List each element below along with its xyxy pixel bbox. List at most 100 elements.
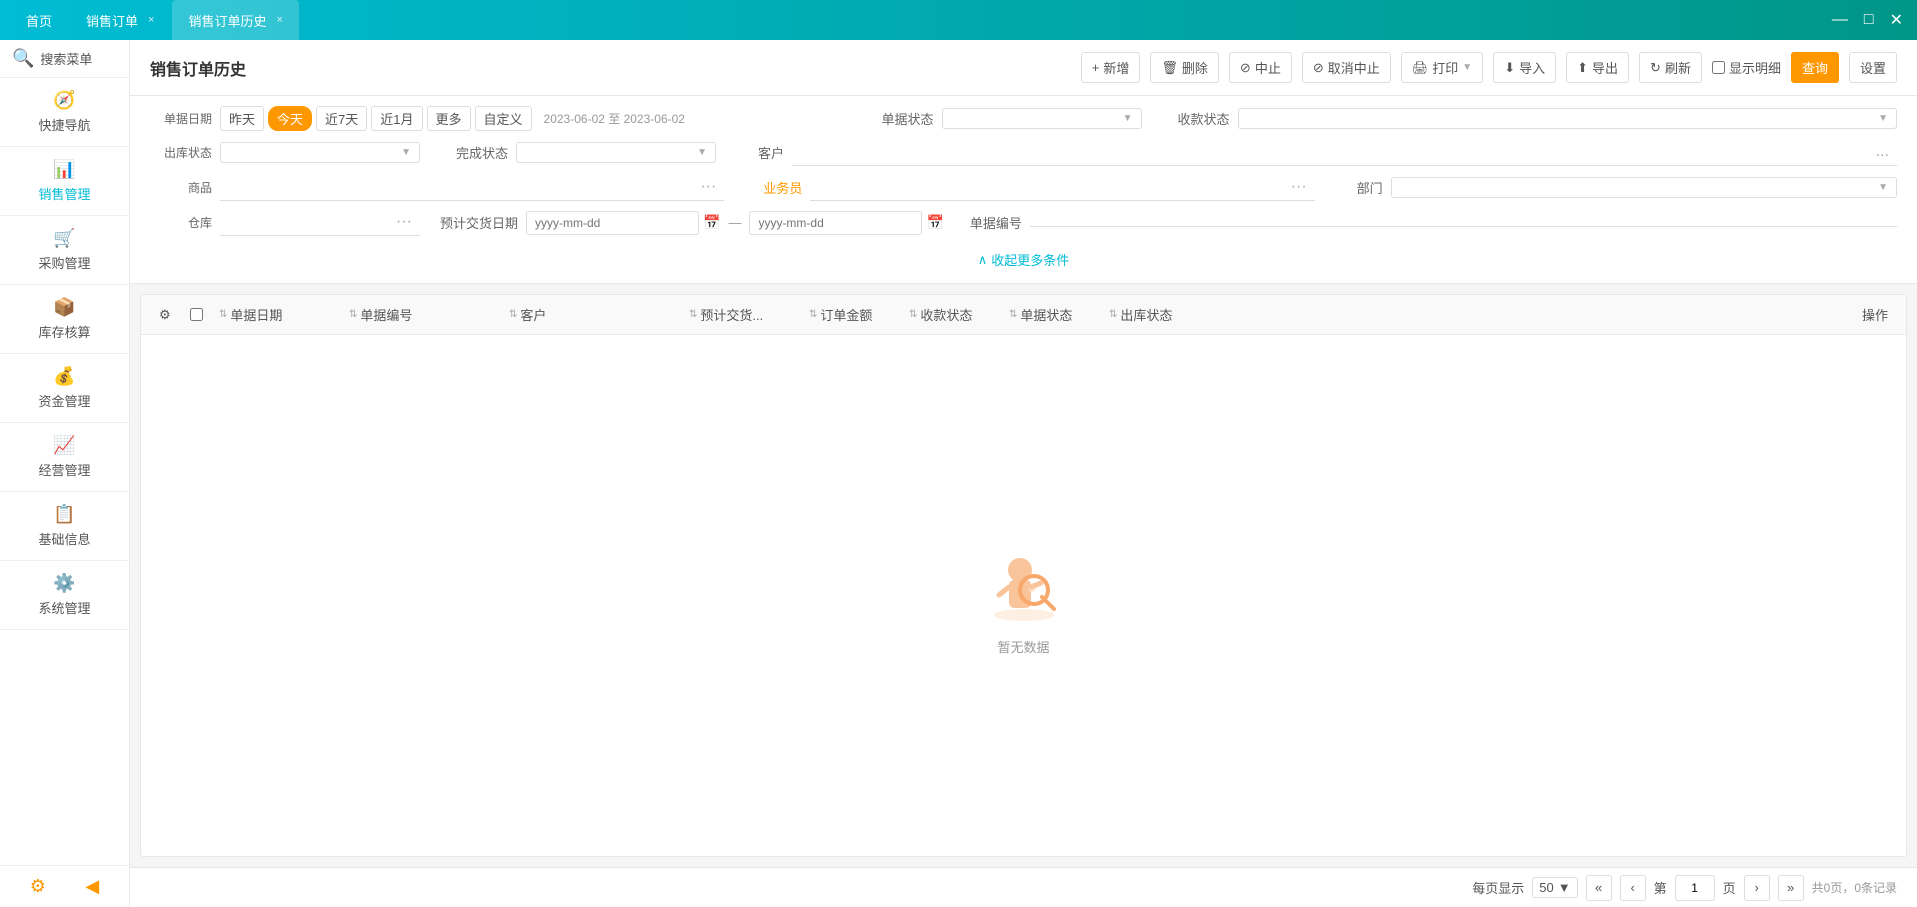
print-button[interactable]: 🖨 打印 ▼ [1401, 52, 1483, 83]
th-checkbox[interactable] [181, 308, 211, 321]
content-area: 销售订单历史 + 新增 🗑 删除 ⊘ 中止 ⊘ [130, 40, 1917, 907]
sidebar-item-operations[interactable]: 📈 经营管理 [0, 423, 129, 492]
th-outbound-label: 出库状态 [1120, 305, 1172, 324]
stop-button[interactable]: ⊘ 中止 [1229, 52, 1292, 83]
date-btn-custom[interactable]: 自定义 [475, 106, 532, 131]
chart-icon: 📊 [53, 159, 75, 180]
cancel-stop-button[interactable]: ⊘ 取消中止 [1302, 52, 1391, 83]
calendar-end-icon[interactable]: 📅 [926, 214, 943, 231]
receipt-status-label: 收款状态 [1158, 109, 1238, 128]
th-sort-order[interactable]: ⇅ [1009, 309, 1017, 320]
th-settings[interactable]: ⚙ [151, 307, 181, 323]
table-settings-icon[interactable]: ⚙ [159, 307, 171, 323]
sidebar-search-label: 搜索菜单 [40, 49, 92, 68]
tab-home[interactable]: 首页 [10, 0, 68, 40]
salesman-dots: ··· [1291, 178, 1307, 196]
show-detail-input[interactable] [1712, 61, 1725, 74]
th-ops-label: 操作 [1862, 305, 1888, 324]
delete-button[interactable]: 🗑 删除 [1150, 52, 1219, 83]
order-status-select[interactable]: ▼ [942, 108, 1142, 129]
filter-row-2: 出库状态 ▼ 完成状态 ▼ 客户 ... [150, 139, 1897, 166]
complete-status-chevron: ▼ [697, 147, 707, 158]
settings-bottom-icon[interactable]: ⚙ [30, 876, 46, 897]
import-button[interactable]: ⬇ 导入 [1493, 52, 1556, 83]
warehouse-field[interactable]: ··· [220, 209, 420, 236]
th-sort-date[interactable]: ⇅ [219, 309, 227, 320]
collapse-button[interactable]: ∧ 收起更多条件 [150, 244, 1897, 273]
page-size-select[interactable]: 50 ▼ [1532, 877, 1577, 898]
th-sort-outbound[interactable]: ⇅ [1109, 309, 1117, 320]
customer-field[interactable]: ... [792, 139, 1897, 166]
date-btn-today[interactable]: 今天 [268, 106, 312, 131]
date-filter: 昨天 今天 近7天 近1月 更多 [220, 106, 862, 131]
sidebar: 🔍 搜索菜单 🧭 快捷导航 📊 销售管理 🛒 采购管理 📦 库存核算 💰 资金管… [0, 40, 130, 907]
date-btn-more[interactable]: 更多 [427, 106, 471, 131]
product-label: 商品 [150, 179, 220, 196]
sidebar-item-inventory[interactable]: 📦 库存核算 [0, 285, 129, 354]
top-bar: 首页 销售订单 × 销售订单历史 × — □ ✕ [0, 0, 1917, 40]
select-all-checkbox[interactable] [190, 308, 203, 321]
salesman-field[interactable]: ··· [810, 174, 1314, 201]
order-num-field[interactable] [1030, 218, 1897, 227]
department-select[interactable]: ▼ [1391, 177, 1897, 198]
main-layout: 🔍 搜索菜单 🧭 快捷导航 📊 销售管理 🛒 采购管理 📦 库存核算 💰 资金管… [0, 40, 1917, 907]
tab-sales-order-close[interactable]: × [148, 14, 154, 26]
filter-row-1: 单据日期 昨天 今天 近7天 近1月 [150, 106, 1897, 131]
first-page-button[interactable]: « [1586, 875, 1612, 901]
cancel-stop-icon: ⊘ [1313, 60, 1324, 76]
th-sort-amount[interactable]: ⇅ [809, 309, 817, 320]
page-header: 销售订单历史 + 新增 🗑 删除 ⊘ 中止 ⊘ [130, 40, 1917, 96]
sidebar-item-purchase[interactable]: 🛒 采购管理 [0, 216, 129, 285]
sidebar-shortcut-label: 快捷导航 [38, 115, 90, 134]
tab-sales-order[interactable]: 销售订单 × [70, 0, 170, 40]
new-button[interactable]: + 新增 [1081, 52, 1141, 83]
tab-home-label: 首页 [26, 11, 52, 30]
tab-bar: 首页 销售订单 × 销售订单历史 × [10, 0, 1828, 40]
delivery-date-label: 预计交货日期 [436, 213, 526, 232]
page-size-label: 每页显示 [1472, 878, 1524, 897]
th-sort-customer[interactable]: ⇅ [509, 309, 517, 320]
calendar-start-icon[interactable]: 📅 [703, 214, 720, 231]
complete-status-select[interactable]: ▼ [516, 142, 716, 163]
sidebar-item-system[interactable]: ⚙️ 系统管理 [0, 561, 129, 630]
sidebar-item-sales[interactable]: 📊 销售管理 [0, 147, 129, 216]
filter-row-3: 商品 ··· 业务员 ··· 部门 ▼ [150, 174, 1897, 201]
date-btn-7days[interactable]: 近7天 [316, 106, 367, 131]
prev-page-button[interactable]: ‹ [1620, 875, 1646, 901]
sidebar-item-shortcut[interactable]: 🧭 快捷导航 [0, 78, 129, 147]
page-title-row: 销售订单历史 + 新增 🗑 删除 ⊘ 中止 ⊘ [150, 52, 1897, 83]
collapse-sidebar-icon[interactable]: ◀ [85, 876, 99, 897]
minimize-icon[interactable]: — [1828, 7, 1852, 33]
export-button[interactable]: ⬆ 导出 [1566, 52, 1629, 83]
sidebar-basic-label: 基础信息 [38, 529, 90, 548]
maximize-icon[interactable]: □ [1860, 7, 1878, 33]
th-sort-delivery[interactable]: ⇅ [689, 309, 697, 320]
delivery-date-start[interactable] [526, 211, 699, 235]
close-icon[interactable]: ✕ [1886, 6, 1907, 34]
query-button[interactable]: 查询 [1791, 52, 1839, 83]
customer-dots[interactable]: ... [1876, 143, 1889, 161]
date-btn-1month[interactable]: 近1月 [371, 106, 422, 131]
date-btn-yesterday[interactable]: 昨天 [220, 106, 264, 131]
sidebar-item-finance[interactable]: 💰 资金管理 [0, 354, 129, 423]
import-icon: ⬇ [1504, 60, 1515, 76]
refresh-button[interactable]: ↻ 刷新 [1639, 52, 1702, 83]
last-page-button[interactable]: » [1778, 875, 1804, 901]
next-page-button[interactable]: › [1744, 875, 1770, 901]
product-field[interactable]: ··· [220, 174, 724, 201]
settings-button[interactable]: 设置 [1849, 52, 1897, 83]
order-num-label: 单据编号 [960, 213, 1030, 232]
sidebar-search[interactable]: 🔍 搜索菜单 [0, 40, 129, 78]
sidebar-item-basic[interactable]: 📋 基础信息 [0, 492, 129, 561]
th-sort-num[interactable]: ⇅ [349, 309, 357, 320]
money-icon: 💰 [53, 366, 75, 387]
page-input[interactable] [1675, 875, 1715, 901]
receipt-status-select[interactable]: ▼ [1238, 108, 1898, 129]
tab-sales-order-history-close[interactable]: × [276, 14, 282, 26]
delivery-date-end[interactable] [749, 211, 922, 235]
show-detail-checkbox[interactable]: 显示明细 [1712, 58, 1781, 77]
gear-icon: ⚙️ [53, 573, 75, 594]
tab-sales-order-history[interactable]: 销售订单历史 × [172, 0, 298, 40]
th-sort-receipt[interactable]: ⇅ [909, 309, 917, 320]
outbound-status-select[interactable]: ▼ [220, 142, 420, 163]
